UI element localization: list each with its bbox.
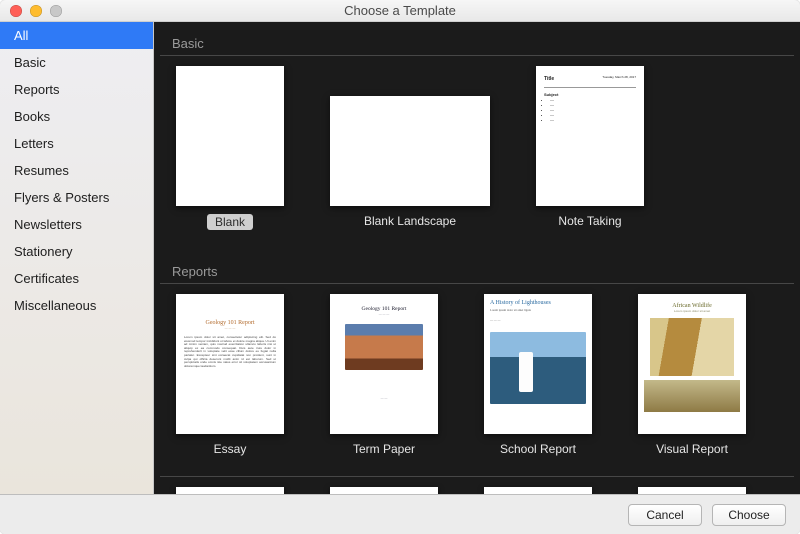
section-header-reports: Reports (154, 250, 800, 283)
template-row-reports: Geology 101 Report — — — Lorem ipsum dol… (154, 294, 800, 476)
preview-subtitle: Lorem ipsum dolor sit amet (644, 309, 740, 313)
sidebar-item-basic[interactable]: Basic (0, 49, 153, 76)
preview-subtitle: Lorem ipsum dolor sit amet ligula (490, 308, 586, 312)
section-header-basic: Basic (154, 22, 800, 55)
cancel-button[interactable]: Cancel (628, 504, 702, 526)
template-label: Essay (214, 442, 247, 456)
section-separator (160, 283, 794, 284)
template-blank[interactable]: Blank (176, 66, 284, 230)
sidebar-item-stationery[interactable]: Stationery (0, 238, 153, 265)
template-label: Blank Landscape (364, 214, 456, 228)
template-label: School Report (500, 442, 576, 456)
template-thumbnail (330, 96, 490, 206)
template-essay[interactable]: Geology 101 Report — — — Lorem ipsum dol… (176, 294, 284, 456)
close-icon[interactable] (10, 5, 22, 17)
preview-date: Tuesday, March 28, 2017 (602, 76, 636, 80)
sidebar-item-label: Resumes (14, 163, 69, 178)
sidebar-item-newsletters[interactable]: Newsletters (0, 211, 153, 238)
note-taking-preview: Title Tuesday, March 28, 2017 Subject ——… (544, 76, 636, 123)
sidebar-item-label: Stationery (14, 244, 73, 259)
window-title: Choose a Template (0, 3, 800, 18)
minimize-icon[interactable] (30, 5, 42, 17)
template-term-paper[interactable]: Geology 101 Report — — — — — Term Paper (330, 294, 438, 456)
sidebar-item-label: Flyers & Posters (14, 190, 109, 205)
template-chooser-window: Choose a Template All Basic Reports Book… (0, 0, 800, 534)
sidebar-item-flyers-posters[interactable]: Flyers & Posters (0, 184, 153, 211)
window-controls (0, 5, 62, 17)
window-body: All Basic Reports Books Letters Resumes … (0, 22, 800, 494)
sidebar-item-label: Reports (14, 82, 60, 97)
essay-preview: Geology 101 Report — — — Lorem ipsum dol… (184, 302, 276, 426)
sidebar-item-label: Basic (14, 55, 46, 70)
template-thumbnail-partial[interactable] (176, 487, 284, 494)
sidebar-item-all[interactable]: All (0, 22, 153, 49)
template-thumbnail-partial[interactable] (330, 487, 438, 494)
sidebar-item-miscellaneous[interactable]: Miscellaneous (0, 292, 153, 319)
template-label: Term Paper (353, 442, 415, 456)
sidebar-item-certificates[interactable]: Certificates (0, 265, 153, 292)
preview-image (644, 380, 740, 412)
sidebar-item-letters[interactable]: Letters (0, 130, 153, 157)
school-report-preview: A History of Lighthouses Lorem ipsum dol… (490, 300, 586, 428)
titlebar: Choose a Template (0, 0, 800, 22)
button-label: Choose (728, 508, 769, 522)
sidebar-item-books[interactable]: Books (0, 103, 153, 130)
template-note-taking[interactable]: Title Tuesday, March 28, 2017 Subject ——… (536, 66, 644, 230)
template-blank-landscape[interactable]: Blank Landscape (330, 66, 490, 230)
term-paper-preview: Geology 101 Report — — — — — (336, 300, 432, 428)
template-thumbnail-partial[interactable] (638, 487, 746, 494)
sidebar-item-label: Certificates (14, 271, 79, 286)
template-thumbnail: Geology 101 Report — — — Lorem ipsum dol… (176, 294, 284, 434)
sidebar-item-label: Miscellaneous (14, 298, 96, 313)
template-label: Visual Report (656, 442, 728, 456)
sidebar-item-label: Newsletters (14, 217, 82, 232)
choose-button[interactable]: Choose (712, 504, 786, 526)
category-sidebar: All Basic Reports Books Letters Resumes … (0, 22, 154, 494)
template-label: Blank (207, 214, 253, 230)
sidebar-item-label: All (14, 28, 28, 43)
button-label: Cancel (646, 508, 683, 522)
template-thumbnail: A History of Lighthouses Lorem ipsum dol… (484, 294, 592, 434)
template-thumbnail: African Wildlife Lorem ipsum dolor sit a… (638, 294, 746, 434)
template-thumbnail-partial[interactable] (484, 487, 592, 494)
sidebar-item-label: Books (14, 109, 50, 124)
template-row-basic: Blank Blank Landscape Title Tuesday, Mar… (154, 66, 800, 250)
sidebar-item-label: Letters (14, 136, 54, 151)
section-separator (160, 476, 794, 477)
preview-image (650, 318, 734, 376)
sidebar-item-reports[interactable]: Reports (0, 76, 153, 103)
template-thumbnail: Geology 101 Report — — — — — (330, 294, 438, 434)
zoom-icon[interactable] (50, 5, 62, 17)
section-separator (160, 55, 794, 56)
template-visual-report[interactable]: African Wildlife Lorem ipsum dolor sit a… (638, 294, 746, 456)
preview-title: A History of Lighthouses (490, 300, 586, 306)
template-thumbnail: Title Tuesday, March 28, 2017 Subject ——… (536, 66, 644, 206)
visual-report-preview: African Wildlife Lorem ipsum dolor sit a… (644, 300, 740, 428)
template-gallery[interactable]: Basic Blank Blank Landscape Title Tuesda… (154, 22, 800, 494)
template-row-partial (154, 487, 800, 494)
template-thumbnail (176, 66, 284, 206)
template-label: Note Taking (558, 214, 621, 228)
sidebar-item-resumes[interactable]: Resumes (0, 157, 153, 184)
template-school-report[interactable]: A History of Lighthouses Lorem ipsum dol… (484, 294, 592, 456)
preview-image (490, 332, 586, 404)
dialog-footer: Cancel Choose (0, 494, 800, 534)
preview-image (345, 324, 423, 370)
